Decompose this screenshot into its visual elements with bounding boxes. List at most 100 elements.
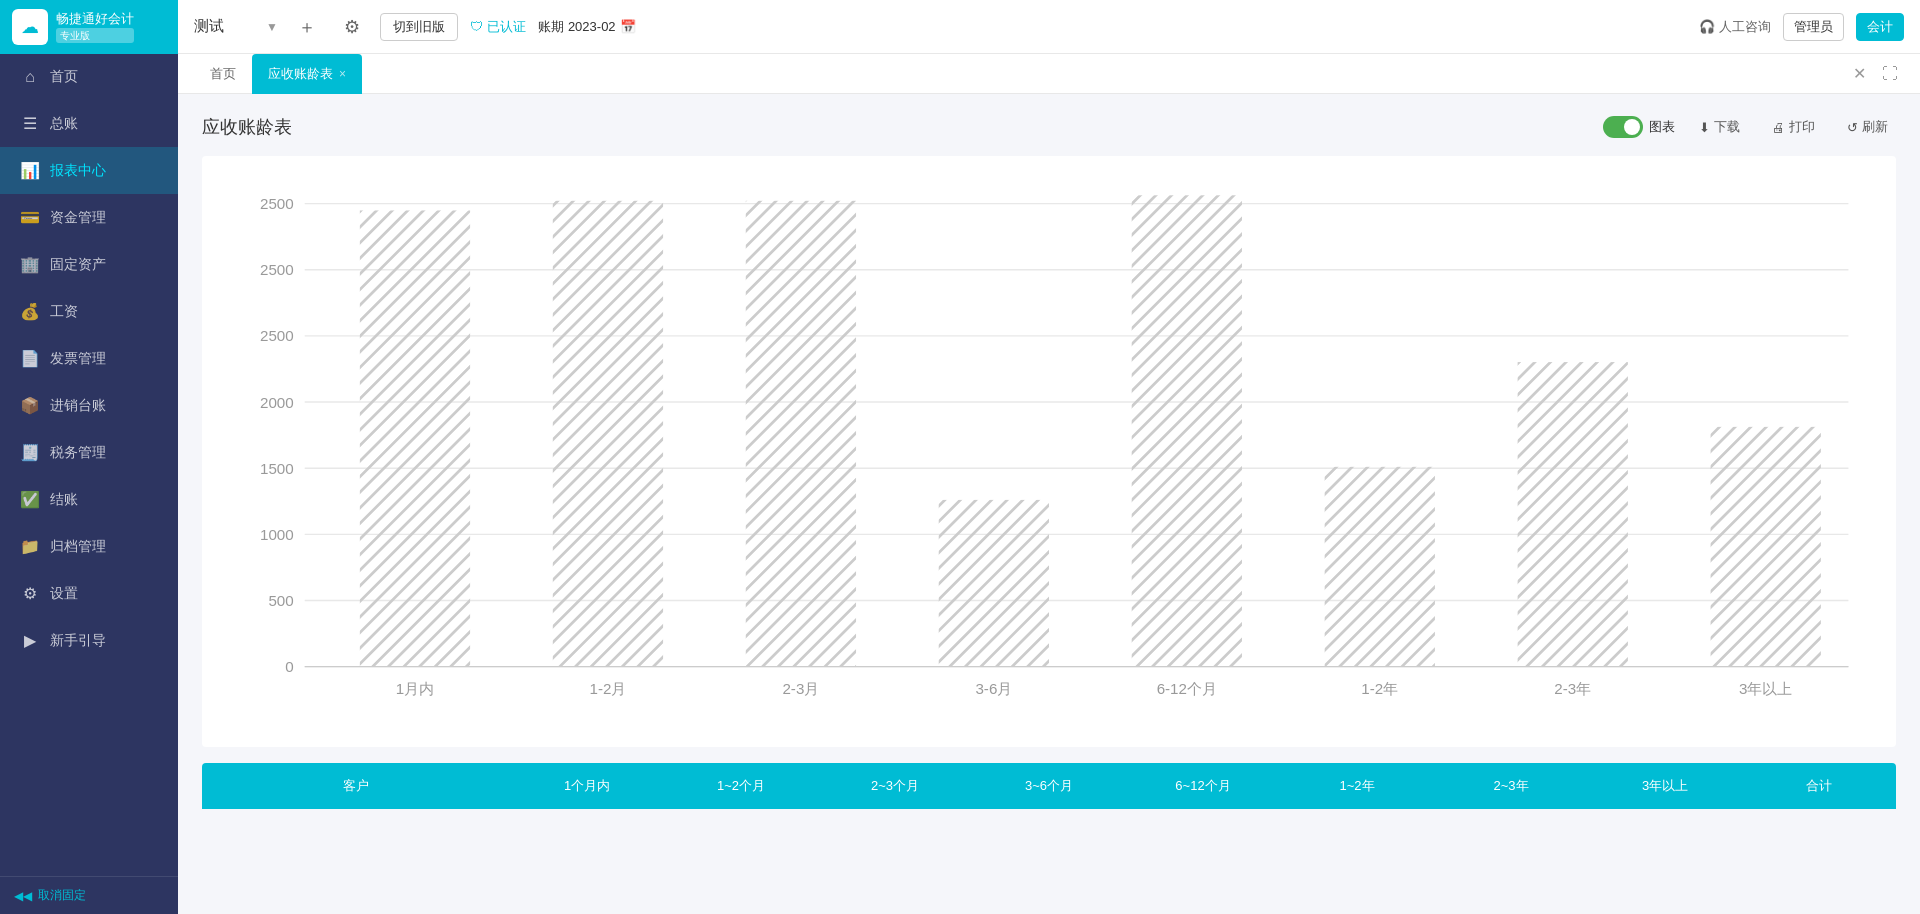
sidebar-item-close[interactable]: ✅ 结账 — [0, 476, 178, 523]
logo-icon: ☁ — [12, 9, 48, 45]
tax-icon: 🧾 — [20, 443, 40, 462]
chart-toggle-wrap: 图表 — [1603, 116, 1675, 138]
th-3-plus-year: 3年以上 — [1588, 763, 1742, 809]
download-icon: ⬇ — [1699, 120, 1710, 135]
svg-text:0: 0 — [285, 658, 293, 675]
tabs-actions: ✕ ⛶ — [1847, 60, 1904, 87]
sidebar-item-payroll[interactable]: 💰 工资 — [0, 288, 178, 335]
page-content: 应收账龄表 图表 ⬇ 下载 🖨 打印 ↺ — [178, 94, 1920, 914]
content-area: 首页 应收账龄表 × ✕ ⛶ 应收账龄表 图表 — [178, 54, 1920, 914]
certified-badge: 🛡 已认证 — [470, 18, 526, 36]
ledger-icon: ☰ — [20, 114, 40, 133]
close-window-btn[interactable]: ✕ — [1847, 60, 1872, 87]
reports-icon: 📊 — [20, 161, 40, 180]
sidebar-item-guide[interactable]: ▶ 新手引导 — [0, 617, 178, 664]
sidebar-logo: ☁ 畅捷通好会计 专业版 — [0, 0, 178, 54]
bar-chart: 2500 2500 2500 2000 1500 1000 500 0 — [222, 176, 1876, 727]
unpin-icon: ◀◀ — [14, 889, 32, 903]
chart-toggle[interactable] — [1603, 116, 1643, 138]
add-btn[interactable]: ＋ — [290, 11, 324, 43]
tab-close-icon[interactable]: × — [339, 67, 346, 81]
bar-3-plus-year — [1711, 427, 1821, 667]
th-customer: 客户 — [202, 763, 510, 809]
table-header: 客户 1个月内 1~2个月 2~3个月 3~6个月 6~12个月 1~2年 2~… — [202, 763, 1896, 809]
sidebar-item-assets[interactable]: 🏢 固定资产 — [0, 241, 178, 288]
module-title: 测试 — [194, 17, 254, 36]
tabs-bar: 首页 应收账龄表 × ✕ ⛶ — [178, 54, 1920, 94]
chart-container: 2500 2500 2500 2000 1500 1000 500 0 — [202, 156, 1896, 747]
sidebar-scroll: ⌂ 首页 ☰ 总账 📊 报表中心 💳 资金管理 🏢 固定资产 💰 工资 📄 发票… — [0, 54, 178, 876]
accountant-btn[interactable]: 会计 — [1856, 13, 1904, 41]
sidebar-item-invoice[interactable]: 📄 发票管理 — [0, 335, 178, 382]
svg-text:1-2年: 1-2年 — [1361, 680, 1398, 697]
svg-text:1月内: 1月内 — [396, 680, 434, 697]
print-btn[interactable]: 🖨 打印 — [1764, 114, 1823, 140]
sidebar: ☁ 畅捷通好会计 专业版 ⌂ 首页 ☰ 总账 📊 报表中心 💳 资金管理 🏢 固… — [0, 0, 178, 914]
tab-home[interactable]: 首页 — [194, 54, 252, 94]
sidebar-item-settings[interactable]: ⚙ 设置 — [0, 570, 178, 617]
sidebar-item-reports[interactable]: 📊 报表中心 — [0, 147, 178, 194]
invoice-icon: 📄 — [20, 349, 40, 368]
inventory-icon: 📦 — [20, 396, 40, 415]
bar-2-3-month — [746, 201, 856, 667]
th-1-2month: 1~2个月 — [664, 763, 818, 809]
bar-1-2-year — [1325, 467, 1435, 667]
bar-1-month — [360, 210, 470, 666]
th-3-6month: 3~6个月 — [972, 763, 1126, 809]
svg-text:1000: 1000 — [260, 526, 294, 543]
switch-old-version-btn[interactable]: 切到旧版 — [380, 13, 458, 41]
topbar: 测试 ▼ ＋ ⚙ 切到旧版 🛡 已认证 账期 2023-02 📅 🎧 人工咨询 … — [178, 0, 1920, 54]
bar-1-2-month — [553, 201, 663, 667]
svg-text:3-6月: 3-6月 — [975, 680, 1012, 697]
logo-text: 畅捷通好会计 专业版 — [56, 11, 134, 43]
bar-3-6-month — [939, 500, 1049, 667]
toggle-label: 图表 — [1649, 118, 1675, 136]
main-area: 测试 ▼ ＋ ⚙ 切到旧版 🛡 已认证 账期 2023-02 📅 🎧 人工咨询 … — [178, 0, 1920, 914]
settings-btn[interactable]: ⚙ — [336, 12, 368, 42]
th-1month: 1个月内 — [510, 763, 664, 809]
page-title: 应收账龄表 — [202, 115, 292, 139]
svg-text:2500: 2500 — [260, 327, 294, 344]
sidebar-item-ledger[interactable]: ☰ 总账 — [0, 100, 178, 147]
sidebar-item-home[interactable]: ⌂ 首页 — [0, 54, 178, 100]
page-actions: 图表 ⬇ 下载 🖨 打印 ↺ 刷新 — [1603, 114, 1896, 140]
headset-icon: 🎧 — [1699, 19, 1715, 34]
consult-btn[interactable]: 🎧 人工咨询 — [1699, 18, 1771, 36]
bar-2-3-year — [1518, 362, 1628, 667]
th-6-12month: 6~12个月 — [1126, 763, 1280, 809]
download-btn[interactable]: ⬇ 下载 — [1691, 114, 1748, 140]
svg-text:6-12个月: 6-12个月 — [1157, 680, 1217, 697]
page-header: 应收账龄表 图表 ⬇ 下载 🖨 打印 ↺ — [202, 114, 1896, 140]
refresh-icon: ↺ — [1847, 120, 1858, 135]
sidebar-item-archive[interactable]: 📁 归档管理 — [0, 523, 178, 570]
svg-text:2500: 2500 — [260, 195, 294, 212]
sidebar-unpin-btn[interactable]: ◀◀ 取消固定 — [0, 876, 178, 914]
svg-text:2-3月: 2-3月 — [782, 680, 819, 697]
svg-text:2000: 2000 — [260, 394, 294, 411]
svg-text:1500: 1500 — [260, 460, 294, 477]
bar-6-12-month — [1132, 195, 1242, 666]
close-accounts-icon: ✅ — [20, 490, 40, 509]
tab-ar-aging[interactable]: 应收账龄表 × — [252, 54, 362, 94]
sidebar-item-inventory[interactable]: 📦 进销台账 — [0, 382, 178, 429]
th-1-2year: 1~2年 — [1280, 763, 1434, 809]
manager-btn[interactable]: 管理员 — [1783, 13, 1844, 41]
th-2-3month: 2~3个月 — [818, 763, 972, 809]
svg-text:1-2月: 1-2月 — [589, 680, 626, 697]
sidebar-item-tax[interactable]: 🧾 税务管理 — [0, 429, 178, 476]
refresh-btn[interactable]: ↺ 刷新 — [1839, 114, 1896, 140]
expand-window-btn[interactable]: ⛶ — [1876, 60, 1904, 87]
accounting-period: 账期 2023-02 📅 — [538, 18, 636, 36]
archive-icon: 📁 — [20, 537, 40, 556]
calendar-icon[interactable]: 📅 — [620, 19, 636, 34]
assets-icon: 🏢 — [20, 255, 40, 274]
th-total: 合计 — [1742, 763, 1896, 809]
settings-icon: ⚙ — [20, 584, 40, 603]
th-2-3year: 2~3年 — [1434, 763, 1588, 809]
payroll-icon: 💰 — [20, 302, 40, 321]
sidebar-item-funds[interactable]: 💳 资金管理 — [0, 194, 178, 241]
home-icon: ⌂ — [20, 68, 40, 86]
svg-text:2-3年: 2-3年 — [1554, 680, 1591, 697]
print-icon: 🖨 — [1772, 120, 1785, 135]
module-dropdown-icon[interactable]: ▼ — [266, 20, 278, 34]
